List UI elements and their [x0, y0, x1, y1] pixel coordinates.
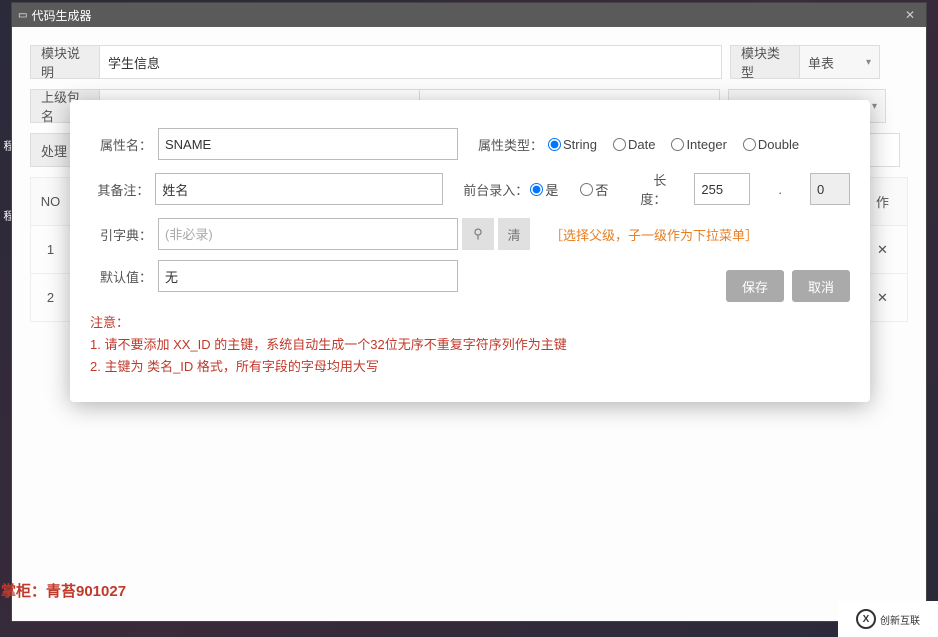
dict-search-button[interactable]: ⚲: [462, 218, 494, 250]
front-input-radio-group: 是 否 长度： .: [530, 170, 850, 208]
note-line-2: 2. 主键为 类名_ID 格式，所有字段的字母均用大写: [90, 356, 850, 378]
default-input[interactable]: [158, 260, 458, 292]
attr-name-label: 属性名：: [90, 135, 152, 154]
radio-date-input[interactable]: [613, 138, 626, 151]
radio-string[interactable]: String: [548, 137, 597, 152]
radio-no[interactable]: 否: [580, 180, 608, 199]
default-label: 默认值：: [90, 267, 152, 286]
dict-clear-button[interactable]: 清: [498, 218, 530, 250]
watermark: X 创新互联: [838, 601, 938, 637]
length-int-input[interactable]: [694, 173, 750, 205]
remark-label: 其备注：: [90, 180, 149, 199]
radio-yes-input[interactable]: [530, 183, 543, 196]
note-title: 注意：: [90, 312, 850, 334]
watermark-text: 创新互联: [880, 612, 920, 627]
dict-input[interactable]: [158, 218, 458, 250]
length-label: 长度：: [640, 170, 666, 208]
modal-row-attrname: 属性名： 属性类型： String Date Integer Double: [90, 128, 850, 160]
radio-double-input[interactable]: [743, 138, 756, 151]
radio-integer-input[interactable]: [671, 138, 684, 151]
dict-label: 引字典：: [90, 225, 152, 244]
radio-string-input[interactable]: [548, 138, 561, 151]
note-line-1: 1. 请不要添加 XX_ID 的主键，系统自动生成一个32位无序不重复字符序列作…: [90, 334, 850, 356]
radio-integer[interactable]: Integer: [671, 137, 726, 152]
attr-type-radio-group: String Date Integer Double: [548, 137, 799, 152]
length-dot: .: [778, 182, 782, 197]
remark-input[interactable]: [155, 173, 443, 205]
radio-no-input[interactable]: [580, 183, 593, 196]
modal-backdrop: 属性名： 属性类型： String Date Integer Double 其备…: [0, 0, 938, 637]
attr-type-label: 属性类型：: [478, 135, 548, 154]
radio-double[interactable]: Double: [743, 137, 799, 152]
modal-row-dict: 引字典： ⚲ 清 ［选择父级，子一级作为下拉菜单］: [90, 218, 850, 250]
search-icon: ⚲: [473, 226, 483, 241]
modal-row-remark: 其备注： 前台录入： 是 否 长度： .: [90, 170, 850, 208]
front-input-label: 前台录入：: [463, 180, 530, 199]
radio-yes[interactable]: 是: [530, 180, 558, 199]
attribute-modal: 属性名： 属性类型： String Date Integer Double 其备…: [70, 100, 870, 402]
watermark-icon: X: [856, 609, 876, 629]
save-button[interactable]: 保存: [726, 270, 784, 302]
radio-date[interactable]: Date: [613, 137, 655, 152]
length-frac-input[interactable]: [810, 173, 850, 205]
dict-hint: ［选择父级，子一级作为下拉菜单］: [550, 225, 758, 244]
attr-name-input[interactable]: [158, 128, 458, 160]
cancel-button[interactable]: 取消: [792, 270, 850, 302]
note-block: 注意： 1. 请不要添加 XX_ID 的主键，系统自动生成一个32位无序不重复字…: [90, 312, 850, 378]
